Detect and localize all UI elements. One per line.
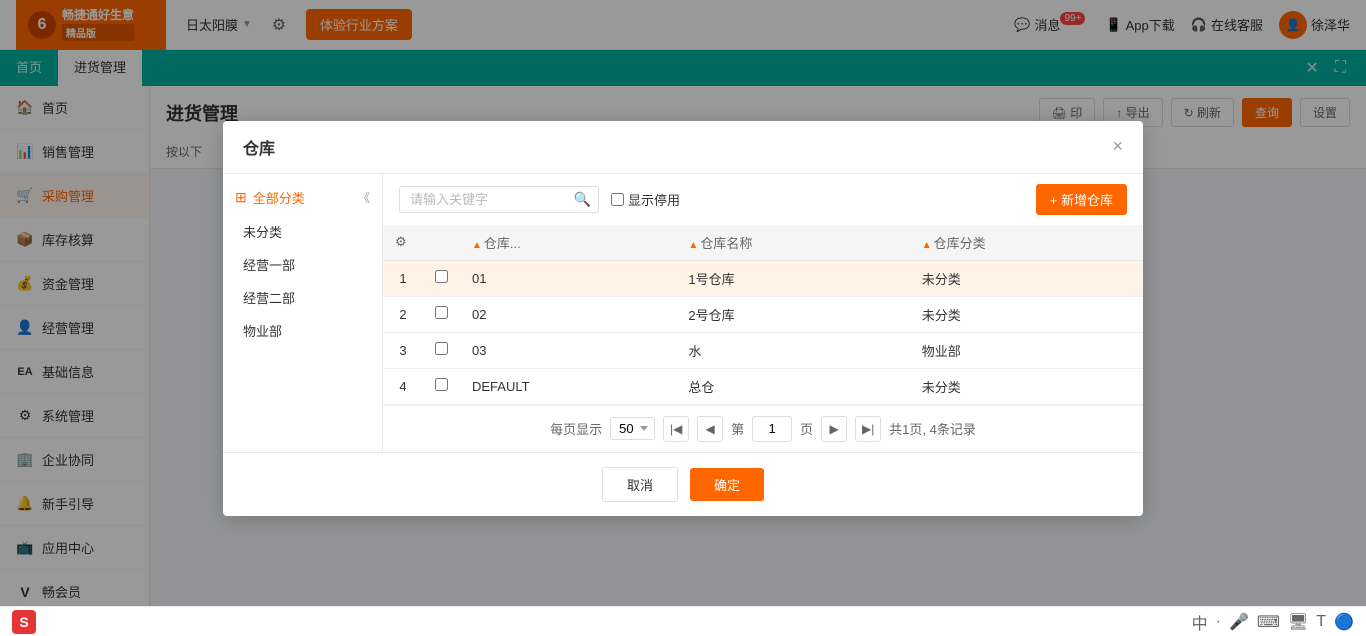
- lang-icon[interactable]: 中: [1192, 610, 1208, 634]
- page-prev-button[interactable]: ◀: [697, 416, 723, 442]
- row-name-4: 总仓: [676, 368, 909, 404]
- row-code-2: 02: [460, 296, 676, 332]
- cat-item-ops2[interactable]: 经营二部: [223, 281, 382, 314]
- add-warehouse-button[interactable]: + 新增仓库: [1036, 184, 1127, 215]
- search-wrap: 🔍: [399, 186, 599, 213]
- confirm-button[interactable]: 确定: [690, 468, 764, 501]
- text-icon[interactable]: T: [1316, 613, 1326, 631]
- modal-overlay[interactable]: 仓库 × ⊞ 全部分类 《 未分类 经营一部 经营二部 物业部: [0, 0, 1366, 636]
- grid-icon: ⊞: [235, 189, 247, 206]
- page-suffix: 页: [800, 419, 813, 438]
- table-head: ⚙ ▲仓库... ▲仓库名称 ▲仓库分类: [383, 225, 1143, 261]
- row-cb-4[interactable]: [423, 368, 460, 404]
- page-input[interactable]: [752, 416, 792, 442]
- row-num-1: 1: [383, 260, 423, 296]
- page-next-button[interactable]: ▶: [821, 416, 847, 442]
- bottom-icons: 中 · 🎤 ⌨ 🖥 T 🔵: [1192, 610, 1354, 634]
- cat-item-property[interactable]: 物业部: [223, 314, 382, 347]
- row-cat-1: 未分类: [910, 260, 1143, 296]
- show-disabled-label[interactable]: 显示停用: [611, 190, 680, 209]
- cancel-button[interactable]: 取消: [602, 467, 678, 502]
- page-last-button[interactable]: ▶|: [855, 416, 881, 442]
- monitor-icon[interactable]: 🖥: [1288, 612, 1308, 632]
- table-area: 🔍 显示停用 + 新增仓库 ⚙: [383, 174, 1143, 452]
- th-checkbox: [423, 225, 460, 261]
- row-cb-3[interactable]: [423, 332, 460, 368]
- bottom-logo: S: [12, 610, 36, 634]
- warehouse-table: ⚙ ▲仓库... ▲仓库名称 ▲仓库分类 1 01: [383, 225, 1143, 405]
- modal-body: ⊞ 全部分类 《 未分类 经营一部 经营二部 物业部 🔍: [223, 174, 1143, 452]
- row-code-1: 01: [460, 260, 676, 296]
- cat-item-ops1[interactable]: 经营一部: [223, 248, 382, 281]
- row-cat-4: 未分类: [910, 368, 1143, 404]
- all-category-item[interactable]: ⊞ 全部分类: [235, 188, 305, 207]
- table-row[interactable]: 1 01 1号仓库 未分类: [383, 260, 1143, 296]
- category-collapse-icon[interactable]: 《: [358, 189, 370, 206]
- table-row[interactable]: 4 DEFAULT 总仓 未分类: [383, 368, 1143, 404]
- mic-icon[interactable]: 🎤: [1229, 612, 1249, 632]
- row-cb-2[interactable]: [423, 296, 460, 332]
- row-name-2: 2号仓库: [676, 296, 909, 332]
- th-category[interactable]: ▲仓库分类: [910, 225, 1143, 261]
- row-num-4: 4: [383, 368, 423, 404]
- row-name-3: 水: [676, 332, 909, 368]
- category-header: ⊞ 全部分类 《: [223, 182, 382, 215]
- row-num-3: 3: [383, 332, 423, 368]
- bottom-bar: S 中 · 🎤 ⌨ 🖥 T 🔵: [0, 606, 1366, 636]
- category-sidebar: ⊞ 全部分类 《 未分类 经营一部 经营二部 物业部: [223, 174, 383, 452]
- table-wrapper: ⚙ ▲仓库... ▲仓库名称 ▲仓库分类 1 01: [383, 225, 1143, 405]
- table-toolbar: 🔍 显示停用 + 新增仓库: [383, 174, 1143, 225]
- total-info: 共1页, 4条记录: [889, 419, 976, 438]
- show-disabled-checkbox[interactable]: [611, 193, 624, 206]
- th-code[interactable]: ▲仓库...: [460, 225, 676, 261]
- row-code-3: 03: [460, 332, 676, 368]
- per-page-select[interactable]: 50: [610, 417, 655, 440]
- per-page-label: 每页显示: [550, 419, 602, 438]
- page-label: 第: [731, 419, 744, 438]
- table-row[interactable]: 3 03 水 物业部: [383, 332, 1143, 368]
- modal-close-button[interactable]: ×: [1112, 136, 1123, 157]
- modal-title: 仓库: [243, 135, 275, 159]
- th-settings: ⚙: [383, 225, 423, 261]
- cat-item-unclassified[interactable]: 未分类: [223, 215, 382, 248]
- modal-header: 仓库 ×: [223, 121, 1143, 174]
- table-body: 1 01 1号仓库 未分类 2 02 2号仓库: [383, 260, 1143, 404]
- keyboard-icon[interactable]: ⌨: [1257, 612, 1280, 632]
- modal-footer: 取消 确定: [223, 452, 1143, 516]
- th-name[interactable]: ▲仓库名称: [676, 225, 909, 261]
- pagination: 每页显示 50 |◀ ◀ 第 页 ▶ ▶| 共1页, 4条记录: [383, 405, 1143, 452]
- row-cat-3: 物业部: [910, 332, 1143, 368]
- row-num-2: 2: [383, 296, 423, 332]
- row-cb-1[interactable]: [423, 260, 460, 296]
- circle-icon[interactable]: 🔵: [1334, 612, 1354, 632]
- row-code-4: DEFAULT: [460, 368, 676, 404]
- page-first-button[interactable]: |◀: [663, 416, 689, 442]
- search-icon[interactable]: 🔍: [574, 191, 591, 208]
- dot-icon: ·: [1216, 613, 1221, 631]
- table-row[interactable]: 2 02 2号仓库 未分类: [383, 296, 1143, 332]
- row-name-1: 1号仓库: [676, 260, 909, 296]
- row-cat-2: 未分类: [910, 296, 1143, 332]
- warehouse-modal: 仓库 × ⊞ 全部分类 《 未分类 经营一部 经营二部 物业部: [223, 121, 1143, 516]
- search-input[interactable]: [399, 186, 599, 213]
